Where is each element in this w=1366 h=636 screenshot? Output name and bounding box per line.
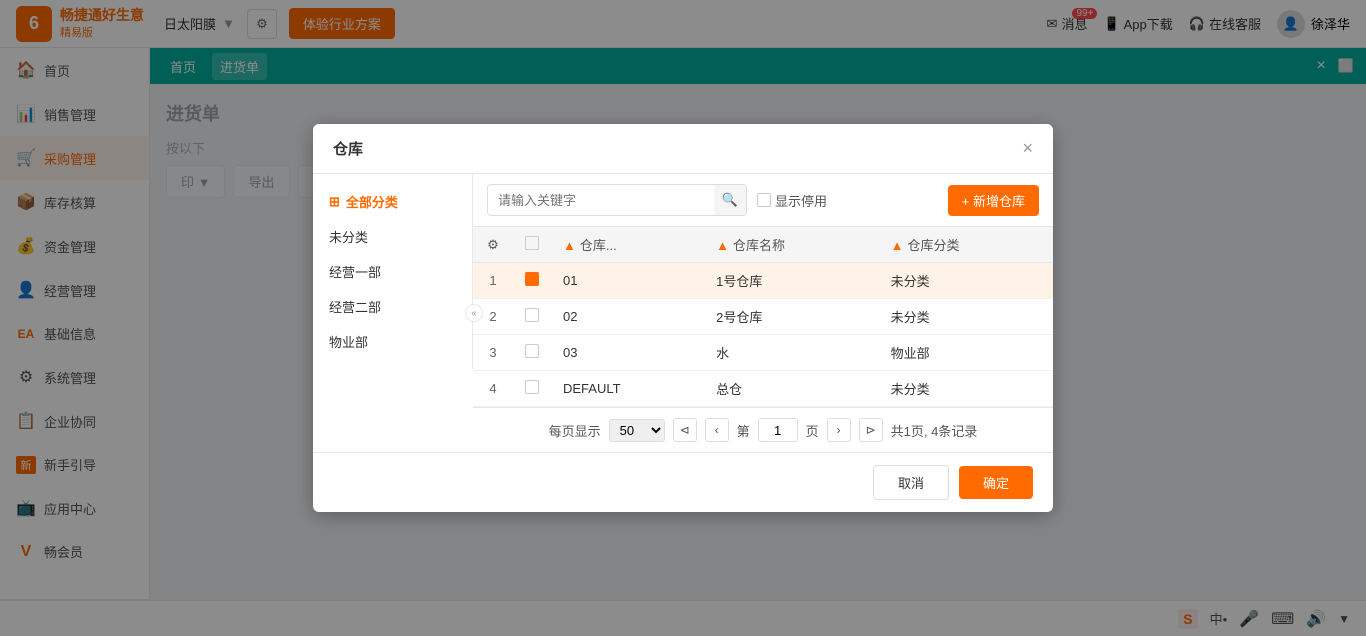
row-num: 1: [473, 263, 513, 299]
row-name: 水: [704, 335, 878, 371]
warehouse-modal: 仓库 × ⊞ 全部分类 未分类 经营一部: [313, 124, 1053, 512]
row-checkbox[interactable]: [525, 380, 539, 394]
row-checkbox[interactable]: [525, 308, 539, 322]
modal-main: 🔍 显示停用 + 新增仓库 ⚙: [473, 174, 1053, 452]
row-checkbox[interactable]: [525, 344, 539, 358]
th-code: ▲仓库...: [551, 227, 704, 263]
row-code: 03: [551, 335, 704, 371]
row-name: 1号仓库: [704, 263, 878, 299]
modal-overlay: 仓库 × ⊞ 全部分类 未分类 经营一部: [0, 0, 1366, 636]
th-category: ▲仓库分类: [879, 227, 1053, 263]
show-disabled-label: 显示停用: [757, 191, 827, 210]
row-num: 3: [473, 335, 513, 371]
modal-toolbar: 🔍 显示停用 + 新增仓库: [473, 174, 1053, 227]
category-collapse-button[interactable]: «: [465, 304, 483, 322]
table-row[interactable]: 1 011号仓库未分类: [473, 263, 1053, 299]
cat-property-label: 物业部: [329, 332, 368, 351]
sort-code-icon: ▲: [563, 238, 576, 253]
category-sidebar-wrap: ⊞ 全部分类 未分类 经营一部 经营二部 物业部: [313, 174, 473, 452]
modal-body: ⊞ 全部分类 未分类 经营一部 经营二部 物业部: [313, 174, 1053, 452]
row-checkbox-cell: [513, 371, 551, 407]
cancel-button[interactable]: 取消: [873, 465, 949, 500]
row-name: 2号仓库: [704, 299, 878, 335]
row-category: 物业部: [879, 335, 1053, 371]
cat-item-dept2[interactable]: 经营二部: [313, 289, 472, 324]
row-category: 未分类: [879, 371, 1053, 407]
row-num: 4: [473, 371, 513, 407]
first-page-button[interactable]: ⊲: [673, 418, 697, 442]
table-row[interactable]: 3 03水物业部: [473, 335, 1053, 371]
confirm-button[interactable]: 确定: [959, 466, 1033, 499]
row-checkbox-cell: [513, 299, 551, 335]
cat-dept2-label: 经营二部: [329, 297, 381, 316]
select-all-checkbox[interactable]: [525, 236, 539, 250]
total-info: 共1页, 4条记录: [891, 421, 978, 440]
per-page-select[interactable]: 50 100: [609, 419, 665, 442]
row-checkbox[interactable]: [525, 272, 539, 286]
th-settings: ⚙: [473, 227, 513, 263]
add-warehouse-button[interactable]: + 新增仓库: [948, 185, 1039, 216]
table-row[interactable]: 2022号仓库未分类: [473, 299, 1053, 335]
prev-page-button[interactable]: ‹: [705, 418, 729, 442]
row-name: 总仓: [704, 371, 878, 407]
row-code: 01: [551, 263, 704, 299]
page-text: 第: [737, 421, 750, 440]
modal-close-button[interactable]: ×: [1022, 138, 1033, 159]
last-page-button[interactable]: ⊳: [859, 418, 883, 442]
cat-unclassified-label: 未分类: [329, 227, 368, 246]
cat-item-unclassified[interactable]: 未分类: [313, 219, 472, 254]
cat-item-all[interactable]: ⊞ 全部分类: [313, 184, 472, 219]
sort-name-icon: ▲: [716, 238, 729, 253]
next-page-button[interactable]: ›: [827, 418, 851, 442]
modal-pagination: 每页显示 50 100 ⊲ ‹ 第 页 › ⊳ 共1页, 4条记录: [473, 407, 1053, 452]
cat-dept1-label: 经营一部: [329, 262, 381, 281]
modal-header: 仓库 ×: [313, 124, 1053, 174]
row-code: DEFAULT: [551, 371, 704, 407]
warehouse-table-wrap: ⚙ ▲仓库... ▲仓库名称 ▲仓库分类 1011号仓库未分类2022号仓库未分…: [473, 227, 1053, 407]
sort-category-icon: ▲: [891, 238, 904, 253]
row-category: 未分类: [879, 263, 1053, 299]
th-name: ▲仓库名称: [704, 227, 878, 263]
table-row[interactable]: 4 DEFAULT总仓未分类: [473, 371, 1053, 407]
warehouse-table: ⚙ ▲仓库... ▲仓库名称 ▲仓库分类 1011号仓库未分类2022号仓库未分…: [473, 227, 1053, 407]
page-number-input[interactable]: [758, 418, 798, 442]
th-checkbox: [513, 227, 551, 263]
show-disabled-text: 显示停用: [775, 191, 827, 210]
search-input-wrap: 🔍: [487, 184, 747, 216]
modal-footer: 取消 确定: [313, 452, 1053, 512]
per-page-label: 每页显示: [549, 421, 601, 440]
cat-item-dept1[interactable]: 经营一部: [313, 254, 472, 289]
row-checkbox-cell: [513, 335, 551, 371]
cat-all-icon: ⊞: [329, 194, 340, 210]
row-code: 02: [551, 299, 704, 335]
category-sidebar: ⊞ 全部分类 未分类 经营一部 经营二部 物业部: [313, 174, 473, 369]
search-button[interactable]: 🔍: [714, 185, 746, 215]
row-checkbox-cell: [513, 263, 551, 299]
modal-title: 仓库: [333, 138, 363, 159]
cat-all-label: 全部分类: [346, 192, 398, 211]
search-input[interactable]: [488, 188, 714, 213]
page-label: 页: [806, 421, 819, 440]
show-disabled-checkbox[interactable]: [757, 193, 771, 207]
row-category: 未分类: [879, 299, 1053, 335]
cat-item-property[interactable]: 物业部: [313, 324, 472, 359]
